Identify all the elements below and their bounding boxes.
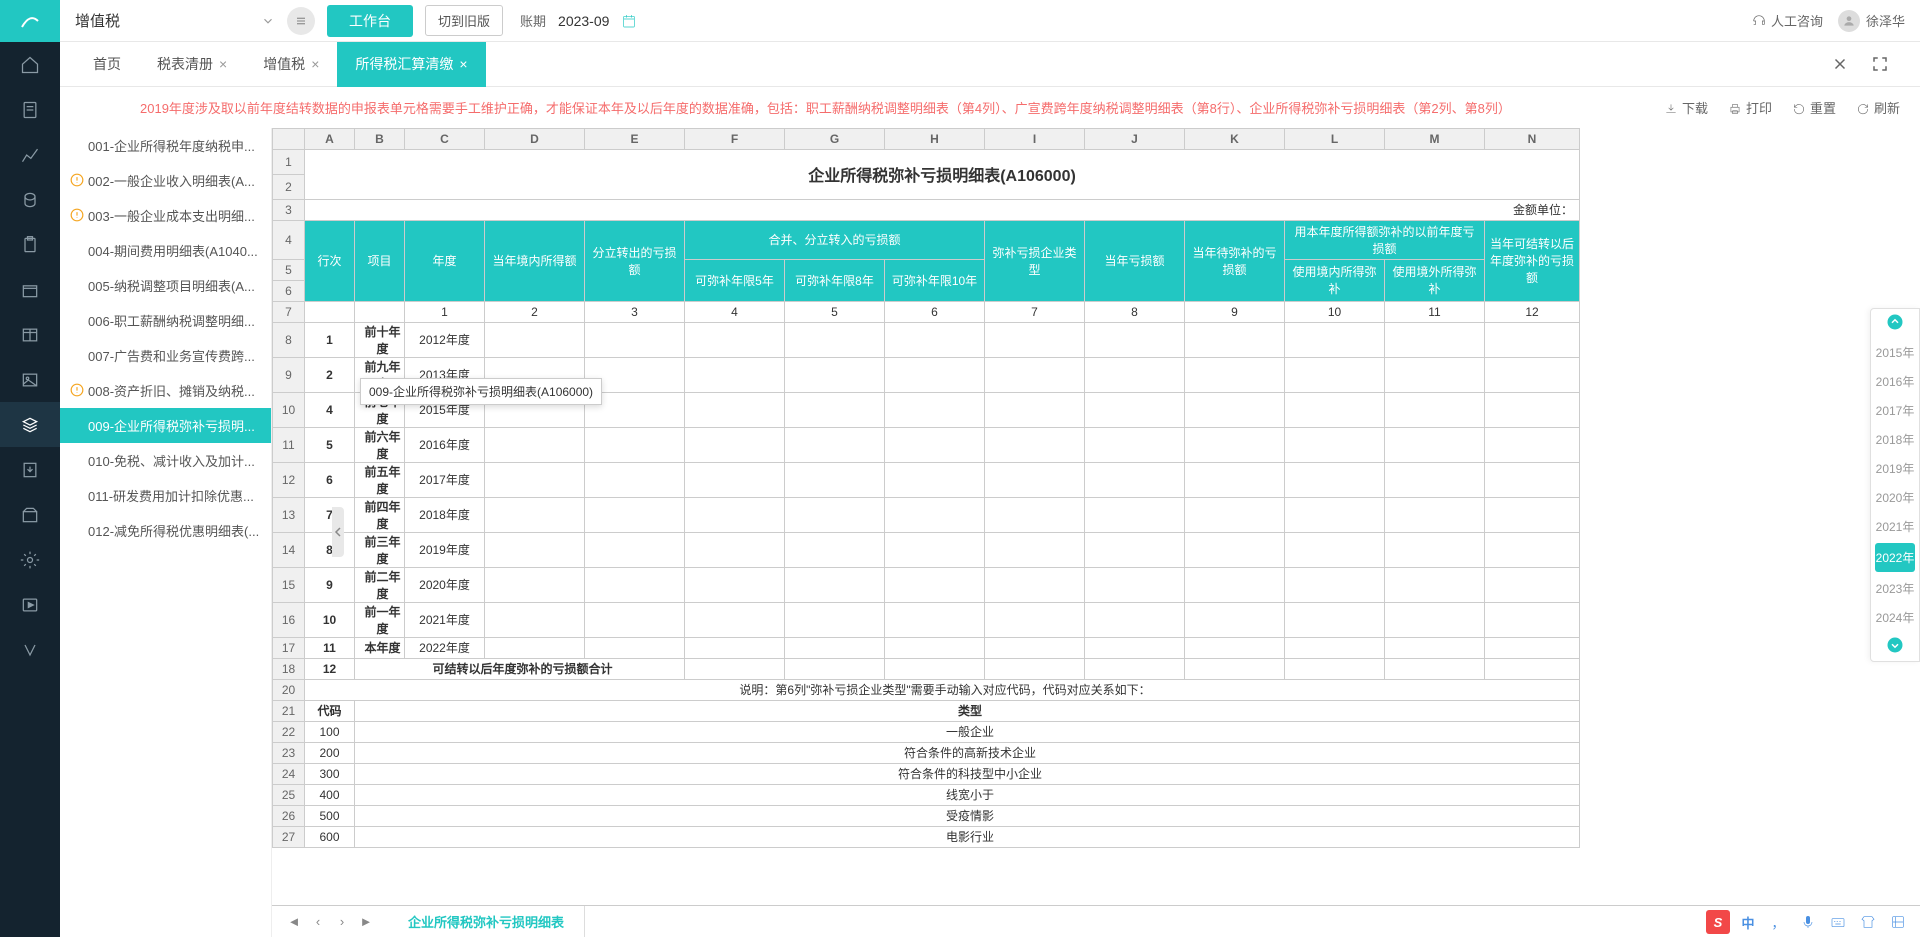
year-item[interactable]: 2020年 <box>1871 483 1919 512</box>
headset-icon <box>1751 13 1767 29</box>
year-item[interactable]: 2017年 <box>1871 396 1919 425</box>
reset-button[interactable]: 重置 <box>1792 99 1836 120</box>
warning-banner: 2019年度涉及取以前年度结转数据的申报表单元格需要手工维护正确，才能保证本年及… <box>60 87 1920 128</box>
form-list-item[interactable]: 009-企业所得税弥补亏损明... <box>60 408 271 443</box>
nav-box-icon[interactable] <box>0 267 60 312</box>
year-item[interactable]: 2024年 <box>1871 603 1919 632</box>
close-all-button[interactable] <box>1825 49 1855 79</box>
form-list-item[interactable]: 005-纳税调整项目明细表(A... <box>60 268 271 303</box>
list-toggle-button[interactable] <box>287 7 315 35</box>
tab-home[interactable]: 首页 <box>75 42 139 87</box>
username: 徐泽华 <box>1866 11 1905 30</box>
tab-income-tax[interactable]: 所得税汇算清缴× <box>337 42 485 87</box>
tab-tax-list[interactable]: 税表清册× <box>139 42 245 87</box>
tooltip: 009-企业所得税弥补亏损明细表(A106000) <box>360 378 602 405</box>
ime-keyboard-icon[interactable] <box>1826 910 1850 934</box>
nav-settings-icon[interactable] <box>0 537 60 582</box>
form-list-item[interactable]: 003-一般企业成本支出明细... <box>60 198 271 233</box>
list-icon <box>293 13 309 29</box>
form-list-item[interactable]: 008-资产折旧、摊销及纳税... <box>60 373 271 408</box>
form-list-item[interactable]: 012-减免所得税优惠明细表(... <box>60 513 271 548</box>
nav-table-icon[interactable] <box>0 312 60 357</box>
nav-export-icon[interactable] <box>0 447 60 492</box>
nav-chart-icon[interactable] <box>0 132 60 177</box>
workspace-button[interactable]: 工作台 <box>327 5 413 37</box>
form-list-item[interactable]: 004-期间费用明细表(A1040... <box>60 233 271 268</box>
ime-mic-icon[interactable] <box>1796 910 1820 934</box>
form-list-item[interactable]: 007-广告费和业务宣传费跨... <box>60 338 271 373</box>
nav-play-icon[interactable] <box>0 582 60 627</box>
form-list-item[interactable]: 011-研发费用加计扣除优惠... <box>60 478 271 513</box>
year-item[interactable]: 2023年 <box>1871 574 1919 603</box>
topbar: 增值税 工作台 切到旧版 账期 2023-09 人工咨询 徐泽华 <box>60 0 1920 42</box>
year-item[interactable]: 2018年 <box>1871 425 1919 454</box>
download-button[interactable]: 下载 <box>1664 99 1708 120</box>
sheet-tab-bar: ◄ ‹ › ► 企业所得税弥补亏损明细表 <box>272 905 1920 937</box>
nav-stack-icon[interactable] <box>0 402 60 447</box>
avatar-icon <box>1838 10 1860 32</box>
tabbar: 首页 税表清册× 增值税× 所得税汇算清缴× <box>60 42 1920 87</box>
app-logo[interactable] <box>0 0 60 42</box>
calendar-icon[interactable] <box>621 13 637 29</box>
form-list-item[interactable]: 006-职工薪酬纳税调整明细... <box>60 303 271 338</box>
form-list-sidebar: 001-企业所得税年度纳税申...002-一般企业收入明细表(A...003-一… <box>60 128 272 937</box>
form-list-item[interactable]: 001-企业所得税年度纳税申... <box>60 128 271 163</box>
ime-toolbar: S 中 ， <box>1696 907 1920 937</box>
sidebar-nav <box>0 0 60 937</box>
consult-link[interactable]: 人工咨询 <box>1751 11 1823 30</box>
ime-punct-icon[interactable]: ， <box>1766 910 1790 934</box>
chevron-down-icon <box>261 14 275 28</box>
year-item[interactable]: 2019年 <box>1871 454 1919 483</box>
company-dropdown[interactable]: 增值税 <box>75 10 275 31</box>
tab-close-icon[interactable]: × <box>459 56 467 72</box>
year-item[interactable]: 2022年 <box>1875 543 1915 572</box>
ime-lang-icon[interactable]: 中 <box>1736 910 1760 934</box>
nav-doc-icon[interactable] <box>0 87 60 132</box>
sheet-tab[interactable]: 企业所得税弥补亏损明细表 <box>388 906 585 937</box>
collapse-handle[interactable] <box>332 507 344 557</box>
warning-icon <box>70 383 84 397</box>
sheet-nav-first[interactable]: ◄ <box>282 910 306 934</box>
year-item[interactable]: 2015年 <box>1871 338 1919 367</box>
year-selector: 2015年2016年2017年2018年2019年2020年2021年2022年… <box>1870 308 1920 662</box>
user-menu[interactable]: 徐泽华 <box>1838 10 1905 32</box>
refresh-button[interactable]: 刷新 <box>1856 99 1900 120</box>
print-button[interactable]: 打印 <box>1728 99 1772 120</box>
ime-tool-icon[interactable] <box>1886 910 1910 934</box>
year-item[interactable]: 2021年 <box>1871 512 1919 541</box>
nav-image-icon[interactable] <box>0 357 60 402</box>
spreadsheet[interactable]: ABCDEFGHIJKLMN1企业所得税弥补亏损明细表(A106000)23金额… <box>272 128 1920 937</box>
warning-icon <box>70 208 84 222</box>
sheet-nav-next[interactable]: › <box>330 910 354 934</box>
ime-brand-icon[interactable]: S <box>1706 910 1730 934</box>
year-item[interactable]: 2016年 <box>1871 367 1919 396</box>
warning-icon <box>70 173 84 187</box>
year-scroll-up[interactable] <box>1871 309 1919 338</box>
tab-vat[interactable]: 增值税× <box>245 42 337 87</box>
nav-clipboard-icon[interactable] <box>0 222 60 267</box>
year-scroll-down[interactable] <box>1871 632 1919 661</box>
nav-money-icon[interactable] <box>0 177 60 222</box>
tab-close-icon[interactable]: × <box>219 56 227 72</box>
ime-skin-icon[interactable] <box>1856 910 1880 934</box>
company-name: 增值税 <box>75 10 120 31</box>
form-list-item[interactable]: 010-免税、减计收入及加计... <box>60 443 271 478</box>
switch-old-button[interactable]: 切到旧版 <box>425 5 503 36</box>
nav-archive-icon[interactable] <box>0 492 60 537</box>
sheet-nav-prev[interactable]: ‹ <box>306 910 330 934</box>
form-list-item[interactable]: 002-一般企业收入明细表(A... <box>60 163 271 198</box>
nav-v-icon[interactable] <box>0 627 60 672</box>
period-label: 账期 <box>520 11 546 30</box>
nav-home-icon[interactable] <box>0 42 60 87</box>
fullscreen-button[interactable] <box>1865 49 1895 79</box>
period-value: 2023-09 <box>558 13 609 29</box>
sheet-nav-last[interactable]: ► <box>354 910 378 934</box>
tab-close-icon[interactable]: × <box>311 56 319 72</box>
